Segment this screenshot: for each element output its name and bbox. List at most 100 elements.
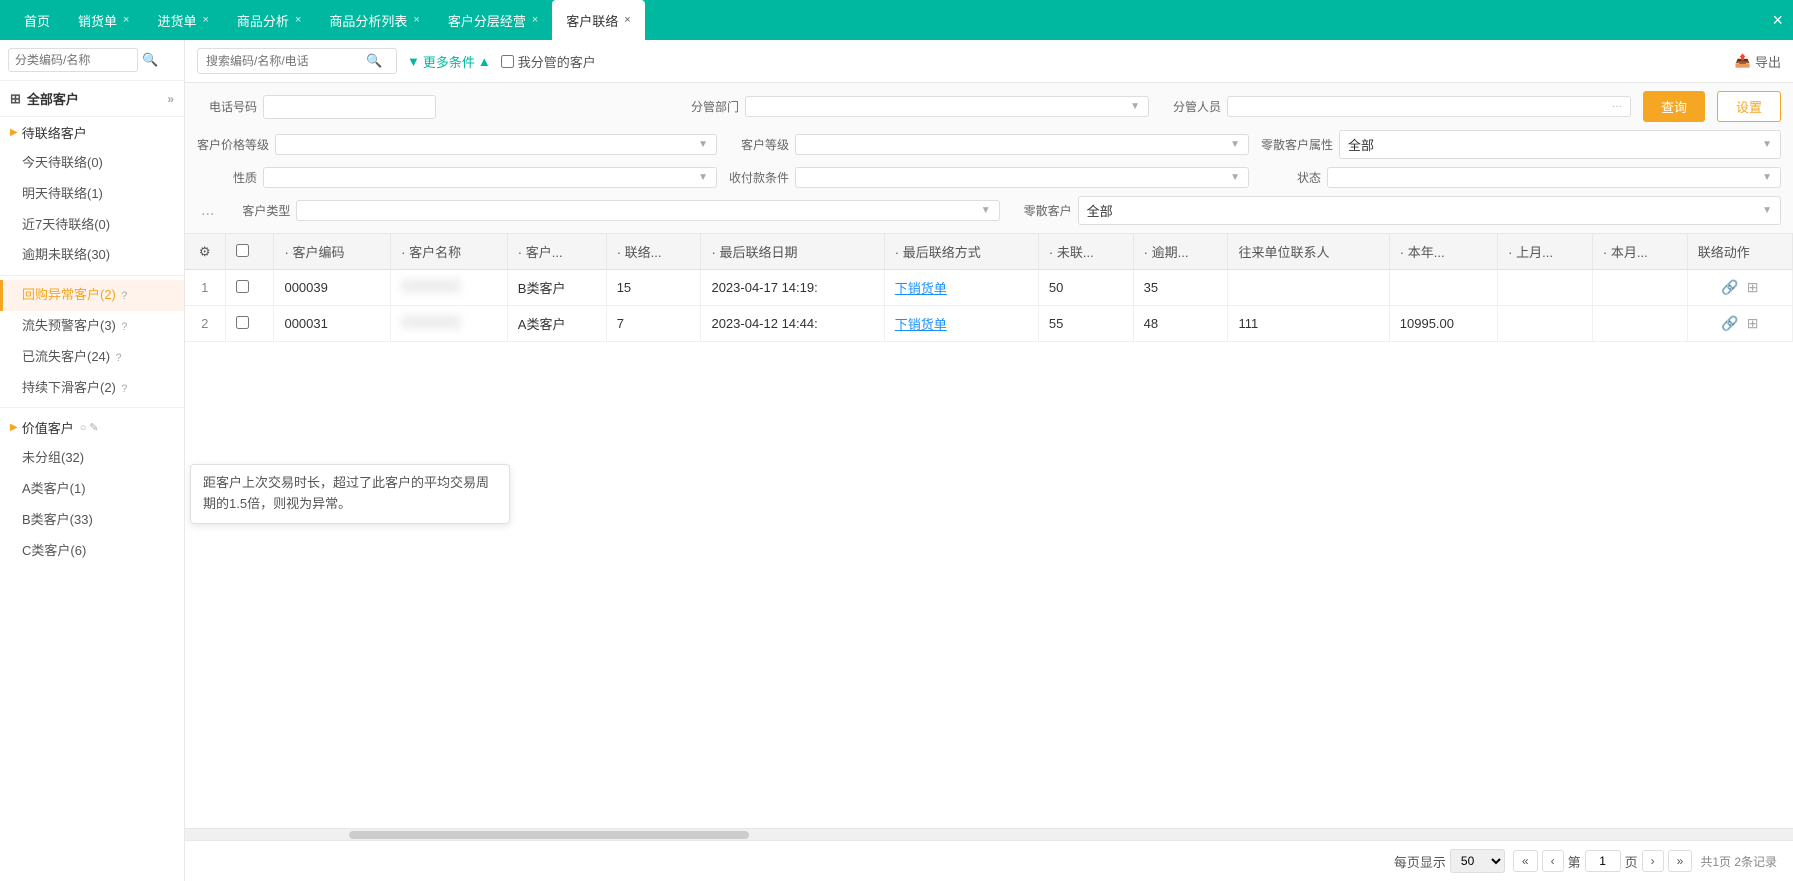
close-purchase-tab[interactable]: ×: [202, 14, 208, 26]
main-layout: 🔍 ⊞ 全部客户 » ▶ 待联络客户 今天待联络(0) 明天待联络(1) 近7天…: [0, 40, 1793, 881]
customer-price-level-label: 客户价格等级: [197, 136, 269, 153]
sidebar-item-tomorrow[interactable]: 明天待联络(1): [0, 179, 184, 210]
row-actions: 🔗 ⊞: [1687, 306, 1792, 342]
window-close-button[interactable]: ×: [1772, 10, 1783, 31]
nav-tab-customer-stratify[interactable]: 客户分层经营 ×: [434, 0, 552, 40]
row-unit-contact: 111: [1228, 306, 1389, 342]
sidebar-search-area: 🔍: [0, 40, 184, 81]
table-settings-col[interactable]: ⚙: [185, 234, 225, 270]
help-icon-repurchase: ?: [121, 290, 127, 302]
page-number-input[interactable]: [1585, 850, 1621, 872]
pending-contact-group[interactable]: ▶ 待联络客户: [0, 117, 184, 148]
sidebar-item-already-lost[interactable]: 已流失客户(24) ?: [0, 342, 184, 373]
collapse-sidebar-btn[interactable]: »: [167, 92, 174, 106]
table-row: 1 000039 B类客户 15 2023-04-17 14:19: 下销货单 …: [185, 270, 1793, 306]
retail-customer-select[interactable]: 全部 ▼: [1078, 196, 1781, 225]
next-page-btn[interactable]: ›: [1642, 850, 1664, 872]
sidebar-item-c-class[interactable]: C类客户(6): [0, 536, 184, 567]
sidebar-item-7days[interactable]: 近7天待联络(0): [0, 210, 184, 241]
filter-dots[interactable]: ...: [197, 202, 218, 220]
customer-type-field: 客户类型 ▼: [230, 200, 999, 221]
sidebar-item-continuing-drop[interactable]: 持续下滑客户(2) ?: [0, 373, 184, 404]
search-submit-icon[interactable]: 🔍: [366, 53, 382, 69]
search-input[interactable]: [206, 54, 366, 68]
row-this-month: [1592, 306, 1687, 342]
customer-type-select[interactable]: ▼: [296, 200, 999, 221]
row-type: B类客户: [507, 270, 606, 306]
row-this-year: [1389, 270, 1497, 306]
all-customers-section[interactable]: ⊞ 全部客户 »: [0, 81, 184, 117]
close-product-analysis-tab[interactable]: ×: [295, 14, 301, 26]
table-checkbox-col: [225, 234, 274, 270]
sidebar-search-input[interactable]: [8, 48, 138, 72]
sidebar-item-lost-warning[interactable]: 流失预警客户(3) ?: [0, 311, 184, 342]
more-conditions-btn[interactable]: ▼ 更多条件 ▲: [407, 52, 491, 71]
table-col-overdue: · 逾期...: [1133, 234, 1228, 270]
sidebar-item-repurchase-abnormal[interactable]: 回购异常客户(2) ?: [0, 280, 184, 311]
my-customer-checkbox[interactable]: [501, 55, 514, 68]
row-overdue: 48: [1133, 306, 1228, 342]
gender-select[interactable]: ▼: [263, 167, 717, 188]
row-checkbox[interactable]: [225, 306, 274, 342]
sidebar-item-b-class[interactable]: B类客户(33): [0, 505, 184, 536]
row-code: 000039: [274, 270, 391, 306]
close-customer-stratify-tab[interactable]: ×: [532, 14, 538, 26]
last-page-btn[interactable]: »: [1668, 850, 1693, 872]
horizontal-scrollbar[interactable]: [185, 828, 1793, 840]
row-checkbox[interactable]: [225, 270, 274, 306]
close-customer-contact-tab[interactable]: ×: [624, 14, 630, 26]
close-product-list-tab[interactable]: ×: [413, 14, 419, 26]
retail-attr-select[interactable]: 全部 ▼: [1339, 130, 1781, 159]
table-col-type: · 客户...: [507, 234, 606, 270]
phone-input[interactable]: [263, 95, 436, 119]
sidebar-item-a-class[interactable]: A类客户(1): [0, 474, 184, 505]
table-col-last-method: · 最后联络方式: [884, 234, 1038, 270]
status-select[interactable]: ▼: [1327, 167, 1781, 188]
action-link-icon[interactable]: 🔗: [1721, 279, 1738, 296]
branch-dept-select[interactable]: ▼: [745, 96, 1149, 117]
payment-select[interactable]: ▼: [795, 167, 1249, 188]
select-all-checkbox[interactable]: [236, 244, 249, 257]
first-page-btn[interactable]: «: [1513, 850, 1538, 872]
prev-page-btn[interactable]: ‹: [1542, 850, 1564, 872]
action-grid-icon[interactable]: ⊞: [1747, 279, 1759, 296]
query-button[interactable]: 查询: [1643, 91, 1705, 122]
scrollbar-thumb[interactable]: [349, 831, 749, 839]
row-this-year: 10995.00: [1389, 306, 1497, 342]
content-area: 🔍 ▼ 更多条件 ▲ 我分管的客户 📤 导出 电话号码: [185, 40, 1793, 881]
sidebar-item-ungrouped[interactable]: 未分组(32): [0, 443, 184, 474]
customer-level-select[interactable]: ▼: [795, 134, 1249, 155]
close-sales-tab[interactable]: ×: [123, 14, 129, 26]
nav-tab-sales[interactable]: 销货单 ×: [64, 0, 143, 40]
row-not-contacted: 55: [1038, 306, 1133, 342]
export-icon: 📤: [1735, 53, 1751, 69]
per-page-select-input[interactable]: 50 20 100: [1450, 849, 1505, 873]
filter-row-4: ... 客户类型 ▼ 零散客户 全部 ▼: [197, 196, 1781, 225]
table-row: 2 000031 A类客户 7 2023-04-12 14:44: 下销货单 5…: [185, 306, 1793, 342]
nav-tab-product-list[interactable]: 商品分析列表 ×: [315, 0, 433, 40]
customer-price-level-select[interactable]: ▼: [275, 134, 717, 155]
action-grid-icon[interactable]: ⊞: [1747, 315, 1759, 332]
settings-button[interactable]: 设置: [1717, 91, 1781, 122]
row-last-method[interactable]: 下销货单: [884, 306, 1038, 342]
total-records-label: 共1页 2条记录: [1700, 853, 1777, 870]
sidebar-item-overdue[interactable]: 逾期未联络(30): [0, 240, 184, 271]
nav-tab-product-analysis[interactable]: 商品分析 ×: [223, 0, 315, 40]
row-contact: 15: [606, 270, 701, 306]
gender-field: 性质 ▼: [197, 167, 717, 188]
nav-tab-customer-contact[interactable]: 客户联络 ×: [552, 0, 644, 40]
nav-tab-home[interactable]: 首页: [10, 0, 64, 40]
table-col-name: · 客户名称: [391, 234, 508, 270]
export-button[interactable]: 📤 导出: [1735, 52, 1781, 71]
table-col-not-contacted: · 未联...: [1038, 234, 1133, 270]
chevron-down-icon6: ▼: [1230, 172, 1240, 183]
nav-tab-purchase[interactable]: 进货单 ×: [143, 0, 222, 40]
branch-person-select[interactable]: ···: [1227, 96, 1631, 117]
row-last-method[interactable]: 下销货单: [884, 270, 1038, 306]
sidebar-item-today[interactable]: 今天待联络(0): [0, 148, 184, 179]
sidebar-search-icon[interactable]: 🔍: [142, 52, 158, 68]
action-link-icon[interactable]: 🔗: [1721, 315, 1738, 332]
per-page-selector: 每页显示 50 20 100: [1394, 849, 1505, 873]
value-customer-group[interactable]: ▶ 价值客户 ○ ✎: [0, 412, 184, 443]
advanced-filter-panel: 电话号码 分管部门 ▼ 分管人员 ··· 查: [185, 83, 1793, 234]
